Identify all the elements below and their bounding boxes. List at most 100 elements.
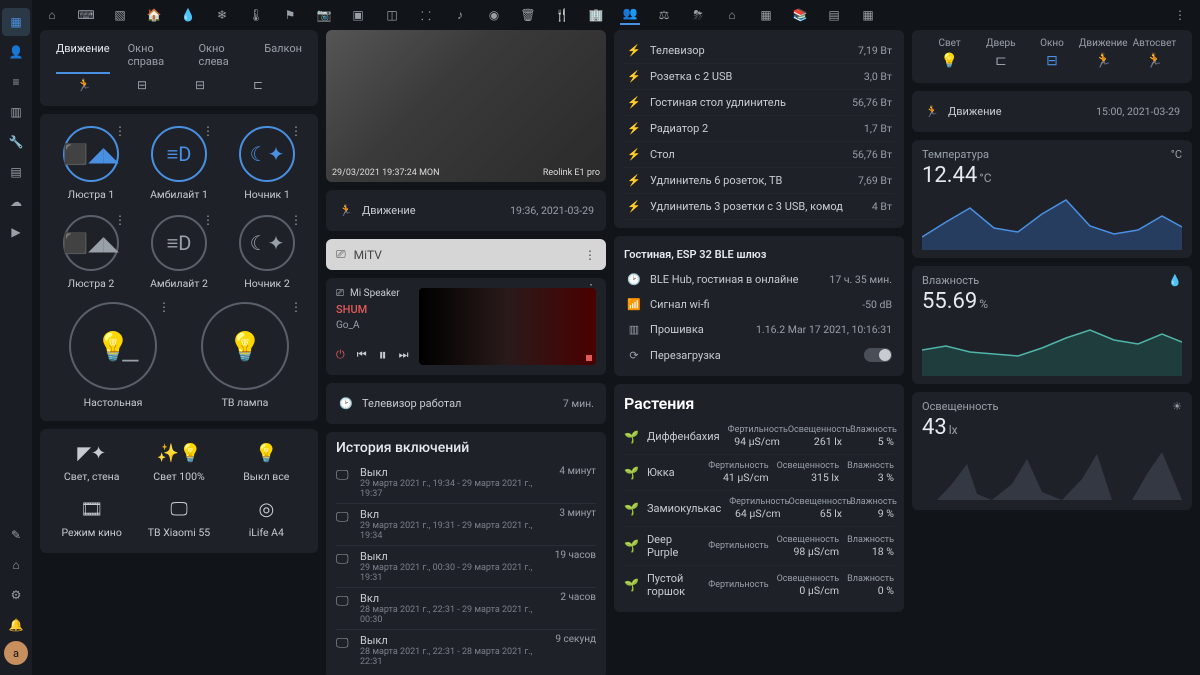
tab-thermo-icon[interactable]: 🌡	[246, 5, 266, 25]
plant-row[interactable]: 🌱ДиффенбахияФертильность94 µS/cmОсвещенн…	[624, 419, 894, 454]
next-button[interactable]: ⏭	[399, 348, 409, 362]
overflow-icon[interactable]: ⋮	[1170, 5, 1190, 25]
humidity-card[interactable]: Влажность💧 55.69%	[912, 266, 1192, 384]
tab-grid-icon[interactable]: ▤	[824, 5, 844, 25]
light-night-2[interactable]: ⋮ ☾✦ Ночник 2	[226, 211, 308, 294]
history-row[interactable]: 🖵Выкл29 марта 2021 г., 19:34 - 29 марта …	[336, 462, 596, 503]
tab-weather-icon[interactable]: ⛈	[688, 5, 708, 25]
power-button[interactable]: ⏻	[336, 348, 345, 362]
tab-panel-icon[interactable]: ◫	[382, 5, 402, 25]
rail-list-icon[interactable]: ≡	[2, 68, 30, 96]
more-icon[interactable]: ⋮	[114, 124, 126, 138]
rail-home-icon[interactable]: ⌂	[2, 551, 30, 579]
rail-cloud-icon[interactable]: ☁	[2, 188, 30, 216]
tab-keyboard-icon[interactable]: ⌨	[76, 5, 96, 25]
tab-flag-icon[interactable]: ⚑	[280, 5, 300, 25]
sensor-tab-light[interactable]: Свет💡	[924, 38, 975, 69]
tab-map-icon[interactable]: ▧	[110, 5, 130, 25]
light-ambilight-1[interactable]: ⋮ ≡D Амбилайт 1	[138, 122, 220, 205]
history-row[interactable]: 🖵Выкл28 марта 2021 г., 22:31 - 28 марта …	[336, 629, 596, 671]
more-icon[interactable]: ⋮	[202, 124, 214, 138]
tab-people-icon[interactable]: 👥	[620, 5, 640, 25]
power-row[interactable]: ⚡Телевизор7,19 Вт	[624, 38, 894, 64]
rail-bell-icon[interactable]: 🔔	[2, 611, 30, 639]
tab-drop-icon[interactable]: 💧	[178, 5, 198, 25]
tab-building-icon[interactable]: 🏢	[586, 5, 606, 25]
rail-spanner-icon[interactable]: 🔧	[2, 128, 30, 156]
light-ambilight-2[interactable]: ⋮ ≡D Амбилайт 2	[138, 211, 220, 294]
history-row[interactable]: 🖵Выкл29 марта 2021 г., 00:30 - 29 марта …	[336, 545, 596, 587]
temperature-card[interactable]: Температура°C 12.44°C	[912, 140, 1192, 258]
tab-window-right[interactable]: Окно справа	[128, 42, 181, 74]
sensor-tab-autolight[interactable]: Автосвет🏃	[1129, 38, 1180, 69]
tab-home-icon[interactable]: ⌂	[42, 5, 62, 25]
plant-row[interactable]: 🌱ЗамиокулькасФертильность64 µS/cmОсвещен…	[624, 490, 894, 526]
light-tv-lamp[interactable]: ⋮ 💡 ТВ лампа	[182, 298, 308, 413]
more-icon[interactable]: ⋮	[114, 213, 126, 227]
scene-cinema[interactable]: 🎞Режим кино	[50, 493, 133, 545]
mitv-bar[interactable]: ⎚MiTV ⋮	[326, 239, 606, 270]
sensor-tab-motion[interactable]: Движение🏃	[1078, 38, 1129, 69]
reboot-switch[interactable]	[864, 348, 892, 362]
history-row[interactable]: 🖵Вкл28 марта 2021 г., 22:31 - 29 марта 2…	[336, 587, 596, 629]
power-row[interactable]: ⚡Удлинитель 6 розеток, ТВ7,69 Вт	[624, 168, 894, 194]
avatar[interactable]: a	[4, 641, 28, 665]
power-row[interactable]: ⚡Стол56,76 Вт	[624, 142, 894, 168]
light-desk[interactable]: ⋮ 💡̲ Настольная	[50, 298, 176, 413]
scene-ilife[interactable]: ◎iLife A4	[225, 493, 308, 545]
tab-cutlery-icon[interactable]: 🍴	[552, 5, 572, 25]
tab-dots-icon[interactable]: ⸬	[416, 5, 436, 25]
camera-feed[interactable]: 29/03/2021 19:37:24 MON Reolink E1 pro	[326, 30, 606, 182]
scene-wall-light[interactable]: ◤✦Свет, стена	[50, 437, 133, 489]
tab-shed-icon[interactable]: ⌂	[722, 5, 742, 25]
pause-button[interactable]: ⏸	[379, 345, 387, 365]
plant-row[interactable]: 🌱ЮккаФертильность41 µS/cmОсвещенность315…	[624, 454, 894, 490]
lux-card[interactable]: Освещенность☀ 43lx	[912, 392, 1192, 510]
tab-book-icon[interactable]: 📚	[790, 5, 810, 25]
tab-grid2-icon[interactable]: ▦	[858, 5, 878, 25]
light-night-1[interactable]: ⋮ ☾✦ Ночник 1	[226, 122, 308, 205]
tab-cam-icon[interactable]: 📷	[314, 5, 334, 25]
tab-balcony[interactable]: Балкон	[264, 42, 302, 74]
power-row[interactable]: ⚡Розетка с 2 USB3,0 Вт	[624, 64, 894, 90]
rail-dashboard-icon[interactable]: ▦	[2, 8, 30, 36]
player-device: Mi Speaker	[350, 288, 400, 299]
scene-light-100[interactable]: ✨💡Свет 100%	[137, 437, 220, 489]
sensor-tab-door[interactable]: Дверь⊏	[975, 38, 1026, 69]
scene-all-off[interactable]: 💡Выкл все	[225, 437, 308, 489]
tab-basket-icon[interactable]: 🗑	[518, 5, 538, 25]
rail-chart-icon[interactable]: ▥	[2, 98, 30, 126]
scene-tv-xiaomi[interactable]: 🖵ТВ Xiaomi 55	[137, 493, 220, 545]
tab-sliders-icon[interactable]: ⚖	[654, 5, 674, 25]
more-icon[interactable]: ⋮	[158, 300, 170, 314]
light-lustra-1[interactable]: ⋮ ⬛◢◣ Люстра 1	[50, 122, 132, 205]
tab-window-icon[interactable]: ▣	[348, 5, 368, 25]
tab-window-left[interactable]: Окно слева	[198, 42, 246, 74]
ceiling-lamp-icon: ⬛◢◣	[63, 142, 119, 166]
power-row[interactable]: ⚡Радиатор 21,7 Вт	[624, 116, 894, 142]
more-icon[interactable]: ⋮	[584, 248, 596, 262]
tab-snow-icon[interactable]: ❄	[212, 5, 232, 25]
tab-motion[interactable]: Движение	[56, 42, 110, 74]
rail-pencil-icon[interactable]: ✎	[2, 521, 30, 549]
power-row[interactable]: ⚡Гостиная стол удлинитель56,76 Вт	[624, 90, 894, 116]
rail-user-icon[interactable]: 👤	[2, 38, 30, 66]
history-row[interactable]: 🖵Вкл29 марта 2021 г., 19:31 - 29 марта 2…	[336, 503, 596, 545]
prev-button[interactable]: ⏮	[357, 348, 367, 362]
tab-calendar-icon[interactable]: ▦	[756, 5, 776, 25]
tab-music-icon[interactable]: ♪	[450, 5, 470, 25]
more-icon[interactable]: ⋮	[290, 213, 302, 227]
tab-pulse-icon[interactable]: ◉	[484, 5, 504, 25]
plant-row[interactable]: 🌱Пустой горшокФертильностьОсвещенность0 …	[624, 565, 894, 604]
rail-gear-icon[interactable]: ⚙	[2, 581, 30, 609]
more-icon[interactable]: ⋮	[290, 124, 302, 138]
rail-device-icon[interactable]: ▤	[2, 158, 30, 186]
plant-row[interactable]: 🌱Deep PurpleФертильностьОсвещенность98 µ…	[624, 526, 894, 565]
light-lustra-2[interactable]: ⋮ ⬛◢◣ Люстра 2	[50, 211, 132, 294]
more-icon[interactable]: ⋮	[202, 213, 214, 227]
power-row[interactable]: ⚡Удлинитель 3 розетки с 3 USB, комод4 Вт	[624, 194, 894, 220]
rail-media-icon[interactable]: ▶	[2, 218, 30, 246]
tab-house-icon[interactable]: 🏠	[144, 5, 164, 25]
sensor-tab-window[interactable]: Окно⊟	[1026, 38, 1077, 69]
more-icon[interactable]: ⋮	[290, 300, 302, 314]
